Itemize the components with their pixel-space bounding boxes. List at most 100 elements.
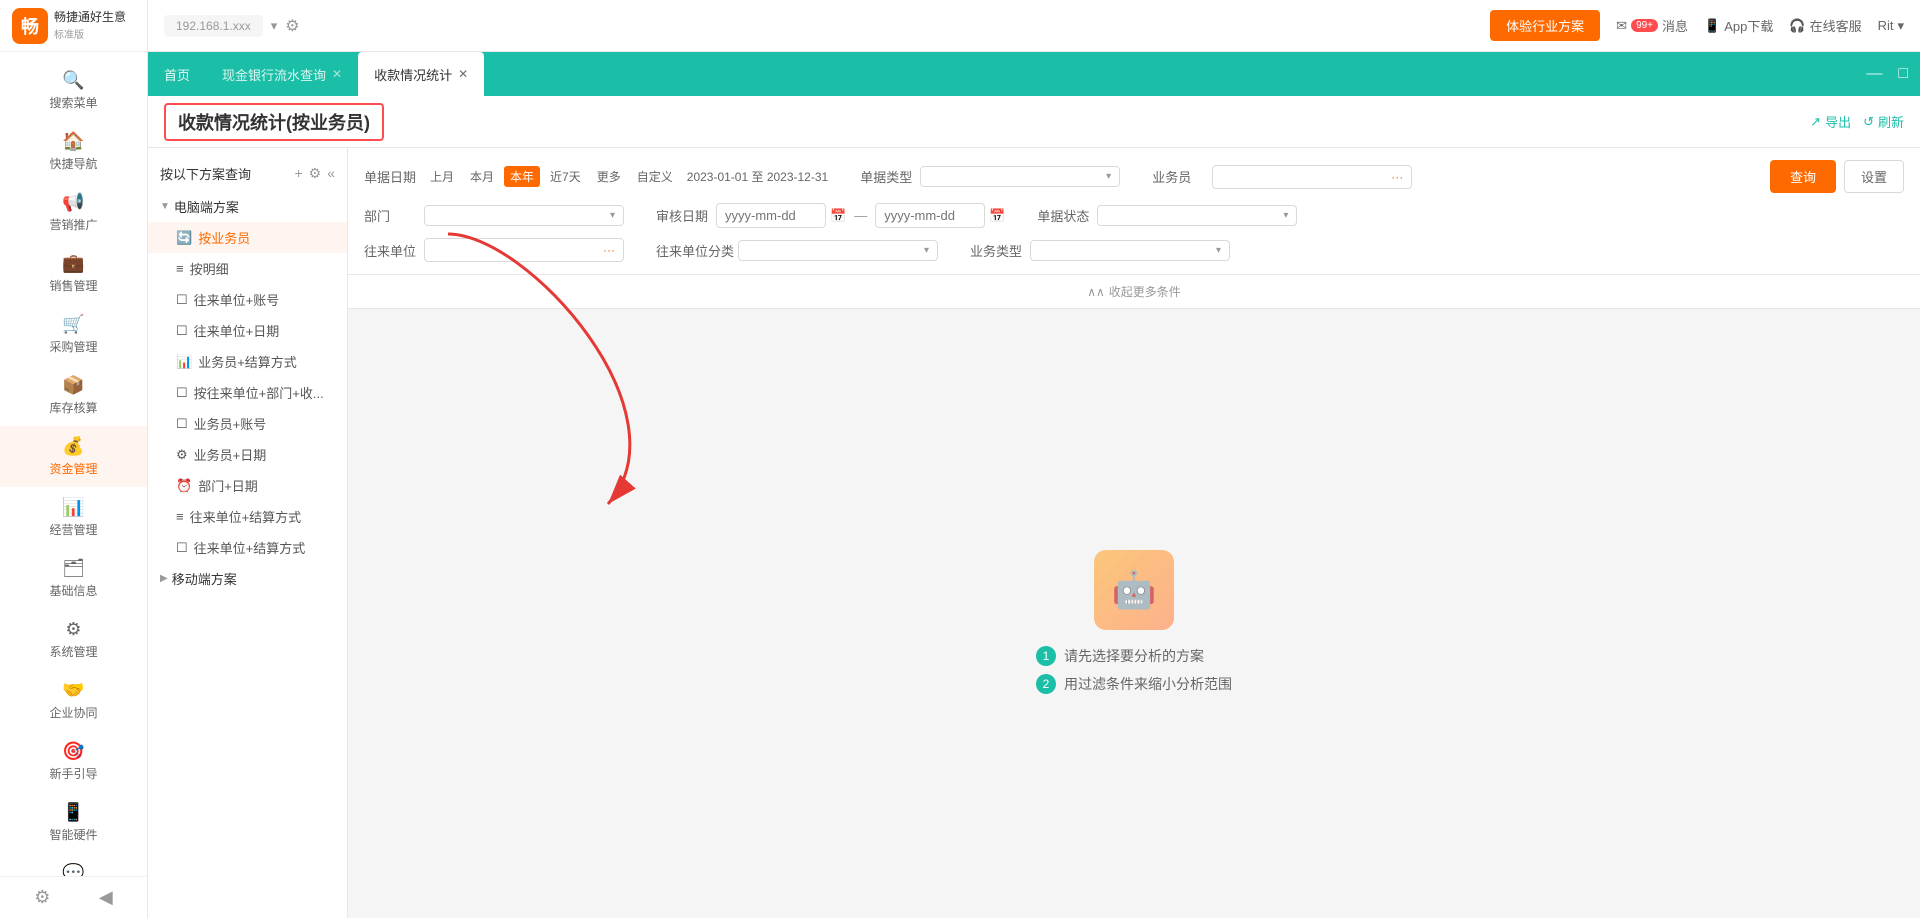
sidebar-item-label: 快捷导航 (49, 155, 97, 172)
sidebar-item-wechat[interactable]: 💬 企业微信 (0, 853, 147, 876)
tree-item-unit-account[interactable]: ☐ 往来单位+账号 (148, 284, 347, 315)
sidebar-item-hardware[interactable]: 📱 智能硬件 (0, 792, 147, 853)
collapse-bar[interactable]: ∧∧ 收起更多条件 (348, 275, 1920, 309)
voucher-status-select[interactable]: ▾ (1097, 205, 1297, 226)
export-btn[interactable]: ↗ 导出 (1810, 112, 1851, 131)
trial-button[interactable]: 体验行业方案 (1490, 10, 1600, 41)
empty-hint: 1 请先选择要分析的方案 2 用过滤条件来缩小分析范围 (1036, 646, 1232, 694)
query-button[interactable]: 查询 (1770, 160, 1836, 193)
tab-bank-flow[interactable]: 现金银行流水查询 ✕ (206, 52, 358, 96)
sidebar-item-label: 系统管理 (49, 643, 97, 660)
tab-collection-stat[interactable]: 收款情况统计 ✕ (358, 52, 484, 96)
sidebar-item-quick-nav[interactable]: 🏠 快捷导航 (0, 121, 147, 182)
logo-name: 畅捷通好生意 (54, 10, 126, 26)
counterpart-more[interactable]: ··· (603, 243, 615, 257)
filter-btn-group: 查询 设置 (1770, 160, 1904, 193)
tree-item-salesperson-account[interactable]: ☐ 业务员+账号 (148, 408, 347, 439)
system-icon: ⚙ (65, 619, 81, 640)
counterpart-category-select[interactable]: ▾ (738, 240, 938, 261)
dept-select[interactable]: ▾ (424, 205, 624, 226)
collapse-sidebar-icon[interactable]: ◀ (99, 887, 113, 908)
settings-icon[interactable]: ⚙ (285, 16, 299, 36)
date-tab-last-month[interactable]: 上月 (424, 166, 460, 187)
user-avatar[interactable]: Rit ▾ (1878, 18, 1904, 34)
date-tab-7days[interactable]: 近7天 (544, 166, 587, 187)
sidebar-item-marketing[interactable]: 📢 营销推广 (0, 182, 147, 243)
biz-type-label: 业务类型 (970, 241, 1026, 260)
message-btn[interactable]: ✉ 99+ 消息 (1616, 16, 1688, 35)
online-service-btn[interactable]: 🎧 在线客服 (1789, 16, 1861, 35)
app-download-btn[interactable]: 📱 App下载 (1704, 16, 1773, 35)
tree-item-unit-date[interactable]: ☐ 往来单位+日期 (148, 315, 347, 346)
sidebar-item-label: 搜索菜单 (49, 94, 97, 111)
dept-date-icon: ⏰ (176, 478, 192, 494)
biz-type-select[interactable]: ▾ (1030, 240, 1230, 261)
sidebar-item-sales[interactable]: 💼 销售管理 (0, 243, 147, 304)
tree-item-by-salesperson[interactable]: 🔄 按业务员 (148, 222, 347, 253)
settings-button[interactable]: 设置 (1844, 160, 1904, 193)
tab-minimize-btn[interactable]: — (1862, 61, 1886, 87)
counterpart-select[interactable]: ··· (424, 238, 624, 262)
date-tab-more[interactable]: 更多 (591, 166, 627, 187)
tree-parent-desktop[interactable]: ▼ 电脑端方案 (148, 191, 347, 222)
date-tab-this-month[interactable]: 本月 (464, 166, 500, 187)
tree-item-by-detail[interactable]: ≡ 按明细 (148, 253, 347, 284)
counterpart-label: 往来单位 (364, 241, 420, 260)
date-tab-this-year[interactable]: 本年 (504, 166, 540, 187)
sidebar-item-enterprise[interactable]: 🤝 企业协同 (0, 670, 147, 731)
tree-section-mobile: ▶ 移动端方案 (148, 563, 347, 594)
export-label: 导出 (1825, 112, 1851, 131)
salesperson-more-icon[interactable]: ··· (1391, 170, 1403, 184)
date-tab-custom[interactable]: 自定义 (631, 166, 679, 187)
unit-date-icon: ☐ (176, 323, 188, 339)
sidebar-item-inventory[interactable]: 📦 库存核算 (0, 365, 147, 426)
tree-parent-mobile[interactable]: ▶ 移动端方案 (148, 563, 347, 594)
review-date-start[interactable] (716, 203, 826, 228)
tab-bank-flow-close[interactable]: ✕ (332, 67, 342, 81)
tree-item-label: 往来单位+账号 (194, 290, 280, 309)
calendar-end-icon[interactable]: 📅 (989, 208, 1005, 224)
voucher-type-select[interactable]: ▾ (920, 166, 1120, 187)
dept-arrow: ▾ (610, 210, 615, 221)
salesperson-select[interactable]: ··· (1212, 165, 1412, 189)
calendar-start-icon[interactable]: 📅 (830, 208, 846, 224)
tree-item-unit-dept-collect[interactable]: ☐ 按往来单位+部门+收... (148, 377, 347, 408)
tree-item-unit-settlement2[interactable]: ☐ 往来单位+结算方式 (148, 532, 347, 563)
panel-settings-icon[interactable]: ⚙ (309, 165, 322, 182)
unit-dept-icon: ☐ (176, 385, 188, 401)
marketing-icon: 📢 (62, 192, 84, 213)
tree-section-desktop: ▼ 电脑端方案 🔄 按业务员 ≡ 按明细 ☐ (148, 191, 347, 563)
panel-collapse-icon[interactable]: « (327, 165, 335, 182)
sidebar-item-guide[interactable]: 🎯 新手引导 (0, 731, 147, 792)
hardware-icon: 📱 (62, 802, 84, 823)
sidebar-item-finance[interactable]: 💰 资金管理 (0, 426, 147, 487)
review-date-section: 审核日期 📅 — 📅 (656, 203, 1005, 228)
review-date-end[interactable] (875, 203, 985, 228)
tab-bar: 首页 现金银行流水查询 ✕ 收款情况统计 ✕ — □ (148, 52, 1920, 96)
date-range-display: 2023-01-01 至 2023-12-31 (687, 168, 828, 185)
tab-maximize-btn[interactable]: □ (1894, 61, 1912, 87)
top-bar-left: 192.168.1.xxx ▾ ⚙ (164, 15, 300, 37)
tab-collection-stat-close[interactable]: ✕ (458, 67, 468, 81)
tree-item-salesperson-settlement[interactable]: 📊 业务员+结算方式 (148, 346, 347, 377)
page-header: 收款情况统计(按业务员) ↗ 导出 ↺ 刷新 (148, 96, 1920, 148)
tree-item-unit-settlement[interactable]: ≡ 往来单位+结算方式 (148, 501, 347, 532)
message-icon: ✉ (1616, 18, 1627, 34)
sidebar-item-system[interactable]: ⚙ 系统管理 (0, 609, 147, 670)
tab-home[interactable]: 首页 (148, 52, 206, 96)
address-dropdown-icon[interactable]: ▾ (271, 18, 278, 34)
hint-text-1: 请先选择要分析的方案 (1064, 646, 1204, 666)
sidebar-item-operation[interactable]: 📊 经营管理 (0, 487, 147, 548)
tree-item-salesperson-date[interactable]: ⚙ 业务员+日期 (148, 439, 347, 470)
tree-item-dept-date[interactable]: ⏰ 部门+日期 (148, 470, 347, 501)
unit-account-icon: ☐ (176, 292, 188, 308)
sidebar-item-basic[interactable]: 🗂 基础信息 (0, 548, 147, 609)
settings-bottom-icon[interactable]: ⚙ (34, 887, 50, 908)
export-icon: ↗ (1810, 114, 1821, 130)
sidebar-item-purchase[interactable]: 🛒 采购管理 (0, 304, 147, 365)
sidebar-item-search[interactable]: 🔍 搜索菜单 (0, 60, 147, 121)
refresh-btn[interactable]: ↺ 刷新 (1863, 112, 1904, 131)
counterpart-category-label: 往来单位分类 (656, 241, 734, 260)
sidebar: 畅 畅捷通好生意 标准版 🔍 搜索菜单 🏠 快捷导航 📢 营销推广 💼 (0, 0, 148, 918)
panel-add-icon[interactable]: + (294, 165, 302, 182)
